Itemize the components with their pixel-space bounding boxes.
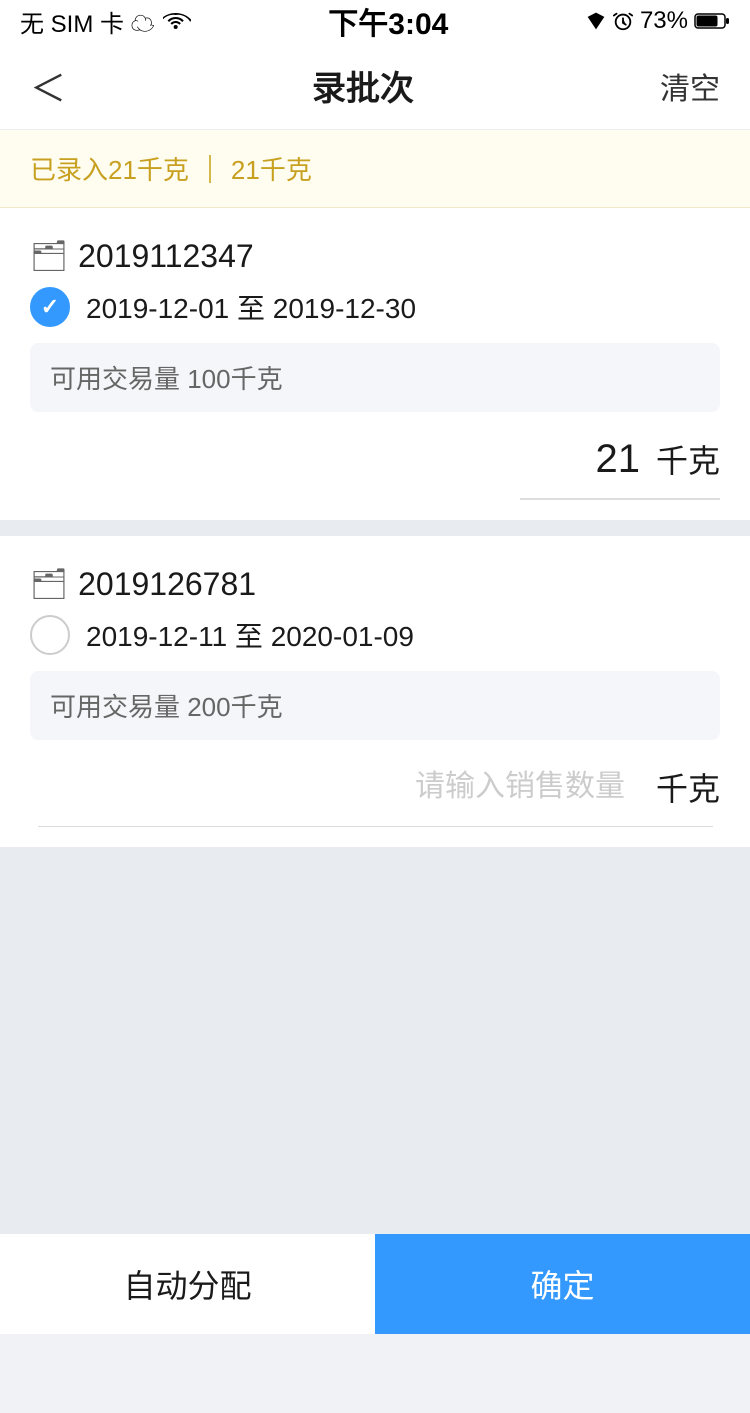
batch1-radio[interactable] [30,287,70,327]
summary-label: 已录入21千克 [30,150,189,187]
status-time: 下午3:04 [328,0,448,43]
batch1-date: 2019-12-01 至 2019-12-30 [86,287,416,327]
summary-divider [209,155,211,183]
status-left: 无 SIM 卡 ☁ [20,4,191,39]
batch1-amount-row: 21 千克 [0,412,750,498]
confirm-button[interactable]: 确定 [375,1234,750,1334]
separator-1 [0,520,750,536]
batch1-amount: 21 [595,437,640,482]
batch2-input-row: 千克 [0,740,750,826]
batch2-radio[interactable] [30,615,70,655]
status-right: 73% [586,7,730,35]
batch1-unit: 千克 [656,436,720,482]
auto-distribute-button[interactable]: 自动分配 [0,1234,375,1334]
batch2-unit: 千克 [656,764,720,810]
alarm-icon [612,10,634,32]
nav-bar: ＜ 录批次 清空 [0,42,750,130]
location-icon [586,11,606,31]
batch1-header: 🗂 2019112347 [30,238,720,275]
batch1-date-row: 2019-12-01 至 2019-12-30 [30,287,720,327]
batch2-date-row: 2019-12-11 至 2020-01-09 [30,615,720,655]
separator-2 [0,847,750,863]
battery-percent: 73% [640,7,688,35]
page-title: 录批次 [312,61,414,110]
batch1-icon: 🗂 [30,239,68,274]
batch-item-2: 🗂 2019126781 2019-12-11 至 2020-01-09 可用交… [0,536,750,847]
bottom-bar: 自动分配 确定 [0,1234,750,1334]
sim-label: 无 SIM 卡 ☁ [20,4,155,39]
batch2-header: 🗂 2019126781 [30,566,720,603]
back-button[interactable]: ＜ [30,60,66,112]
batch1-id: 2019112347 [78,238,254,275]
batch-item-1: 🗂 2019112347 2019-12-01 至 2019-12-30 可用交… [0,208,750,520]
batch2-date: 2019-12-11 至 2020-01-09 [86,615,414,655]
status-bar: 无 SIM 卡 ☁ 下午3:04 73% [0,0,750,42]
batch2-id: 2019126781 [78,566,256,603]
summary-value: 21千克 [231,150,312,187]
summary-bar: 已录入21千克 21千克 [0,130,750,208]
batch2-icon: 🗂 [30,567,68,602]
batch2-available: 可用交易量 200千克 [30,671,720,740]
sale-quantity-input[interactable] [340,770,640,804]
clear-button[interactable]: 清空 [660,64,720,108]
wifi-icon [163,11,191,31]
batch1-available: 可用交易量 100千克 [30,343,720,412]
battery-icon [694,12,730,30]
